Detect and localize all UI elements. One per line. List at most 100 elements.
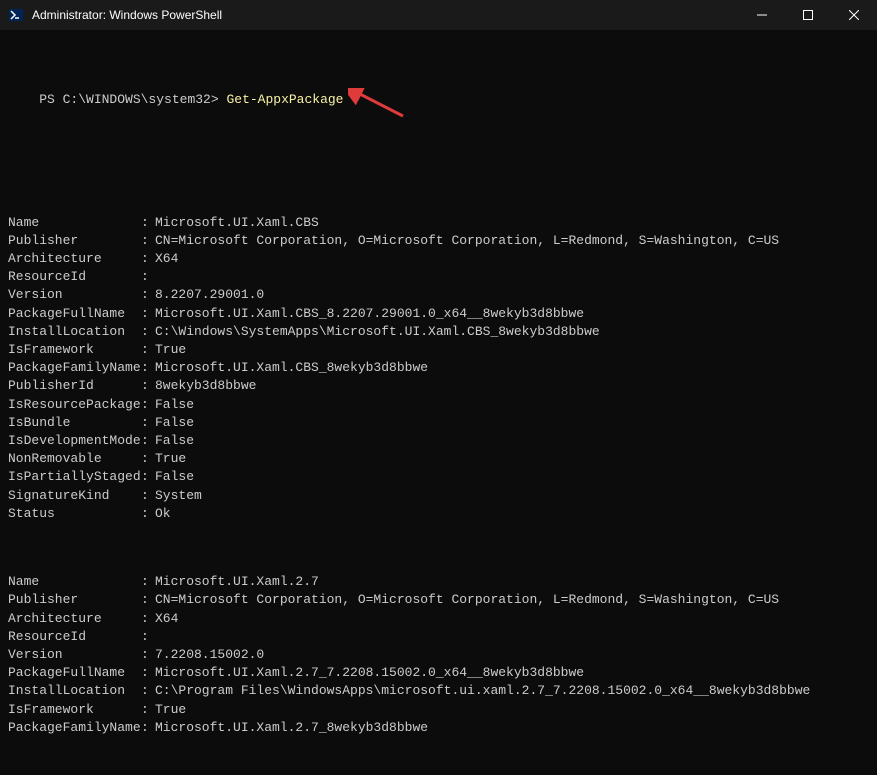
property-sep: : <box>141 232 155 250</box>
property-sep: : <box>141 701 155 719</box>
titlebar-left: Administrator: Windows PowerShell <box>8 7 222 23</box>
maximize-button[interactable] <box>785 0 831 30</box>
property-sep: : <box>141 610 155 628</box>
property-value <box>155 628 869 646</box>
output-line: IsResourcePackage: False <box>8 396 869 414</box>
property-value: Microsoft.UI.Xaml.CBS_8wekyb3d8bbwe <box>155 359 869 377</box>
property-value: 8.2207.29001.0 <box>155 286 869 304</box>
property-sep: : <box>141 487 155 505</box>
property-sep: : <box>141 305 155 323</box>
property-sep: : <box>141 359 155 377</box>
property-value: X64 <box>155 610 869 628</box>
property-value: False <box>155 414 869 432</box>
property-value: Microsoft.UI.Xaml.2.7_7.2208.15002.0_x64… <box>155 664 869 682</box>
prompt-command: Get-AppxPackage <box>226 92 343 107</box>
close-button[interactable] <box>831 0 877 30</box>
minimize-button[interactable] <box>739 0 785 30</box>
property-sep: : <box>141 591 155 609</box>
property-key: Status <box>8 505 141 523</box>
window-titlebar: Administrator: Windows PowerShell <box>0 0 877 30</box>
property-sep: : <box>141 573 155 591</box>
property-sep: : <box>141 286 155 304</box>
property-value: True <box>155 701 869 719</box>
property-key: SignatureKind <box>8 487 141 505</box>
property-sep: : <box>141 396 155 414</box>
property-key: IsDevelopmentMode <box>8 432 141 450</box>
property-key: InstallLocation <box>8 323 141 341</box>
property-key: PackageFullName <box>8 664 141 682</box>
property-key: IsFramework <box>8 341 141 359</box>
output-line: IsDevelopmentMode: False <box>8 432 869 450</box>
property-value <box>155 268 869 286</box>
output-line: IsPartiallyStaged: False <box>8 468 869 486</box>
property-value: Microsoft.UI.Xaml.CBS_8.2207.29001.0_x64… <box>155 305 869 323</box>
output-line: ResourceId: <box>8 268 869 286</box>
output-line: Architecture: X64 <box>8 610 869 628</box>
property-key: Publisher <box>8 591 141 609</box>
output-line: InstallLocation: C:\Program Files\Window… <box>8 682 869 700</box>
property-key: Version <box>8 646 141 664</box>
property-key: PackageFamilyName <box>8 719 141 737</box>
property-sep: : <box>141 250 155 268</box>
property-value: Ok <box>155 505 869 523</box>
property-key: IsBundle <box>8 414 141 432</box>
property-value: X64 <box>155 250 869 268</box>
window-title: Administrator: Windows PowerShell <box>32 8 222 22</box>
titlebar-controls <box>739 0 877 30</box>
property-value: False <box>155 396 869 414</box>
property-sep: : <box>141 468 155 486</box>
property-sep: : <box>141 214 155 232</box>
property-value: C:\Program Files\WindowsApps\microsoft.u… <box>155 682 869 700</box>
property-value: Microsoft.UI.Xaml.2.7 <box>155 573 869 591</box>
output-line: NonRemovable: True <box>8 450 869 468</box>
property-sep: : <box>141 450 155 468</box>
property-key: PackageFamilyName <box>8 359 141 377</box>
output-line: Name: Microsoft.UI.Xaml.CBS <box>8 214 869 232</box>
property-value: True <box>155 450 869 468</box>
output-line: Publisher: CN=Microsoft Corporation, O=M… <box>8 591 869 609</box>
property-key: Version <box>8 286 141 304</box>
package-output-block: Name: Microsoft.UI.Xaml.2.7Publisher: CN… <box>8 573 869 737</box>
property-sep: : <box>141 432 155 450</box>
property-sep: : <box>141 628 155 646</box>
prompt-prefix: PS C:\WINDOWS\system32> <box>39 92 218 107</box>
property-key: ResourceId <box>8 268 141 286</box>
package-output-block: Name: Microsoft.UI.Xaml.CBSPublisher: CN… <box>8 214 869 523</box>
property-key: Publisher <box>8 232 141 250</box>
output-line: ResourceId: <box>8 628 869 646</box>
prompt-line: PS C:\WINDOWS\system32> Get-AppxPackage <box>8 72 869 145</box>
terminal-content[interactable]: PS C:\WINDOWS\system32> Get-AppxPackage … <box>0 30 877 775</box>
output-line: PackageFullName: Microsoft.UI.Xaml.CBS_8… <box>8 305 869 323</box>
output-line: IsFramework: True <box>8 701 869 719</box>
property-key: InstallLocation <box>8 682 141 700</box>
output-line: PublisherId: 8wekyb3d8bbwe <box>8 377 869 395</box>
output-line: PackageFamilyName: Microsoft.UI.Xaml.2.7… <box>8 719 869 737</box>
output-line: Version: 7.2208.15002.0 <box>8 646 869 664</box>
property-sep: : <box>141 646 155 664</box>
property-value: Microsoft.UI.Xaml.2.7_8wekyb3d8bbwe <box>155 719 869 737</box>
property-value: C:\Windows\SystemApps\Microsoft.UI.Xaml.… <box>155 323 869 341</box>
output-line: Status: Ok <box>8 505 869 523</box>
property-key: IsPartiallyStaged <box>8 468 141 486</box>
property-sep: : <box>141 323 155 341</box>
property-key: Architecture <box>8 610 141 628</box>
property-value: CN=Microsoft Corporation, O=Microsoft Co… <box>155 591 869 609</box>
property-sep: : <box>141 664 155 682</box>
output-line: PackageFullName: Microsoft.UI.Xaml.2.7_7… <box>8 664 869 682</box>
output-line: InstallLocation: C:\Windows\SystemApps\M… <box>8 323 869 341</box>
property-key: IsFramework <box>8 701 141 719</box>
property-key: Name <box>8 214 141 232</box>
property-sep: : <box>141 341 155 359</box>
property-key: NonRemovable <box>8 450 141 468</box>
property-value: CN=Microsoft Corporation, O=Microsoft Co… <box>155 232 869 250</box>
property-key: Name <box>8 573 141 591</box>
output-line: Version: 8.2207.29001.0 <box>8 286 869 304</box>
property-sep: : <box>141 377 155 395</box>
property-value: 8wekyb3d8bbwe <box>155 377 869 395</box>
property-key: PackageFullName <box>8 305 141 323</box>
output-line: SignatureKind: System <box>8 487 869 505</box>
output-line: IsFramework: True <box>8 341 869 359</box>
property-sep: : <box>141 268 155 286</box>
property-sep: : <box>141 414 155 432</box>
output-line: Architecture: X64 <box>8 250 869 268</box>
